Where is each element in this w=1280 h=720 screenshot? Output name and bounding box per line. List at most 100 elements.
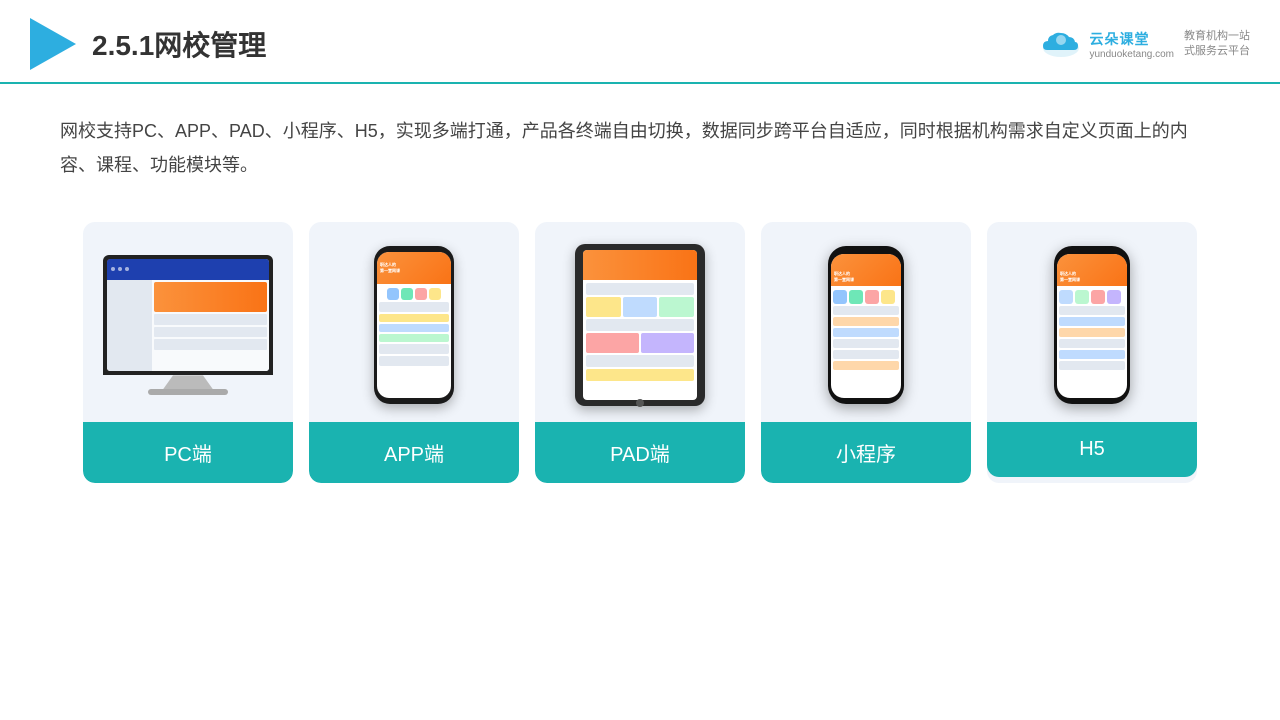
tablet-home-btn [636,399,644,407]
tablet-body [583,280,697,384]
card-miniprogram-image: 职达人的第一堂网课 [761,222,971,422]
phone-body [377,284,451,368]
mini2-row-6 [1059,361,1125,370]
miniphone-topbar-1: 职达人的第一堂网课 [831,254,901,286]
miniphone-body-1 [831,286,901,372]
brand-tagline: 教育机构一站式服务云平台 [1184,29,1250,60]
card-pad-label: PAD端 [535,422,745,483]
brand-logo: 云朵课堂 yunduoketang.com [1039,28,1174,60]
phone-icon-3 [415,288,427,300]
card-app: 职达人的第一堂网课 [309,222,519,483]
phone-icon-4 [429,288,441,300]
miniphone-icon-grid-2 [1059,288,1125,304]
tablet-screen [583,250,697,400]
phone-header-text: 职达人的第一堂网课 [380,262,400,274]
brand-sub: yunduoketang.com [1089,49,1174,60]
header-left: 2.5.1网校管理 [30,18,266,70]
card-miniprogram: 职达人的第一堂网课 [761,222,971,483]
pc-device-mock [103,255,273,395]
miniphone-device-mock-1: 职达人的第一堂网课 [828,246,904,404]
miniphone-topbar-txt-2: 职达人的第一堂网课 [1060,271,1080,283]
cloud-logo-icon [1039,28,1083,60]
pc-screen [107,259,269,371]
mini-icon-3 [865,290,879,304]
mini-row-4 [833,339,899,348]
miniphone-device-mock-2: 职达人的第一堂网课 [1054,246,1130,404]
miniphone-screen-2: 职达人的第一堂网课 [1057,254,1127,398]
tablet-row-2 [586,319,694,331]
card-miniprogram-label: 小程序 [761,422,971,483]
pc-base [148,389,228,395]
pc-main [152,280,269,372]
card-pc-image [83,222,293,422]
pc-row-1 [154,314,267,325]
page-title: 2.5.1网校管理 [92,24,266,64]
pc-dot-1 [111,267,115,271]
phone-icon-1 [387,288,399,300]
miniphone-body-2 [1057,286,1127,372]
phone-row-6 [379,356,449,366]
mini2-row-5 [1059,350,1125,359]
mini-icon-1 [833,290,847,304]
card-h5-label: H5 [987,422,1197,477]
cards-container: PC端 职达人的第一堂网课 [0,192,1280,523]
pc-sidebar [107,280,152,372]
card-h5: 职达人的第一堂网课 [987,222,1197,483]
miniphone-notch-1 [852,246,880,254]
pc-dot-2 [118,267,122,271]
tablet-card-5 [641,333,694,353]
pc-dot-3 [125,267,129,271]
mini-row-6 [833,361,899,370]
logo-triangle-icon [30,18,76,70]
tablet-card-row-2 [586,333,694,353]
tablet-device-mock [575,244,705,406]
card-pc-label: PC端 [83,422,293,483]
brand-name: 云朵课堂 [1089,29,1149,49]
card-pad: PAD端 [535,222,745,483]
phone-device-mock: 职达人的第一堂网课 [374,246,454,404]
phone-screen: 职达人的第一堂网课 [377,252,451,398]
card-app-image: 职达人的第一堂网课 [309,222,519,422]
tablet-card-3 [659,297,694,317]
tablet-row-3 [586,355,694,367]
card-pad-image [535,222,745,422]
mini2-row-2 [1059,317,1125,326]
pc-body [107,280,269,372]
pc-stand [163,375,213,389]
mini-row-2 [833,317,899,326]
card-pc: PC端 [83,222,293,483]
phone-icon-2 [401,288,413,300]
tablet-card-4 [586,333,639,353]
miniphone-notch-2 [1078,246,1106,254]
phone-row-3 [379,324,449,332]
mini-row-5 [833,350,899,359]
mini2-icon-1 [1059,290,1073,304]
mini2-row-3 [1059,328,1125,337]
mini-row-3 [833,328,899,337]
card-h5-image: 职达人的第一堂网课 [987,222,1197,422]
phone-row-4 [379,334,449,342]
brand-text: 云朵课堂 yunduoketang.com [1089,29,1174,60]
pc-row-2 [154,327,267,338]
description-text: 网校支持PC、APP、PAD、小程序、H5，实现多端打通，产品各终端自由切换，数… [0,84,1280,192]
mini-icon-4 [881,290,895,304]
miniphone-icon-grid-1 [833,288,899,304]
mini2-icon-3 [1091,290,1105,304]
miniphone-screen-1: 职达人的第一堂网课 [831,254,901,398]
miniphone-topbar-2: 职达人的第一堂网课 [1057,254,1127,286]
header-right: 云朵课堂 yunduoketang.com 教育机构一站式服务云平台 [1039,28,1250,60]
mini2-row-4 [1059,339,1125,348]
pc-banner [154,282,267,313]
tablet-header [583,250,697,280]
mini2-icon-2 [1075,290,1089,304]
tablet-row-1 [586,283,694,295]
tablet-card-2 [623,297,658,317]
tablet-row-4 [586,369,694,381]
header: 2.5.1网校管理 云朵课堂 yunduoketang.com 教育机构一站式服… [0,0,1280,84]
pc-nav-bar [107,259,269,279]
card-app-label: APP端 [309,422,519,483]
tablet-card-row-1 [586,297,694,317]
mini2-row-1 [1059,306,1125,315]
mini2-icon-4 [1107,290,1121,304]
miniphone-topbar-txt-1: 职达人的第一堂网课 [834,271,854,283]
